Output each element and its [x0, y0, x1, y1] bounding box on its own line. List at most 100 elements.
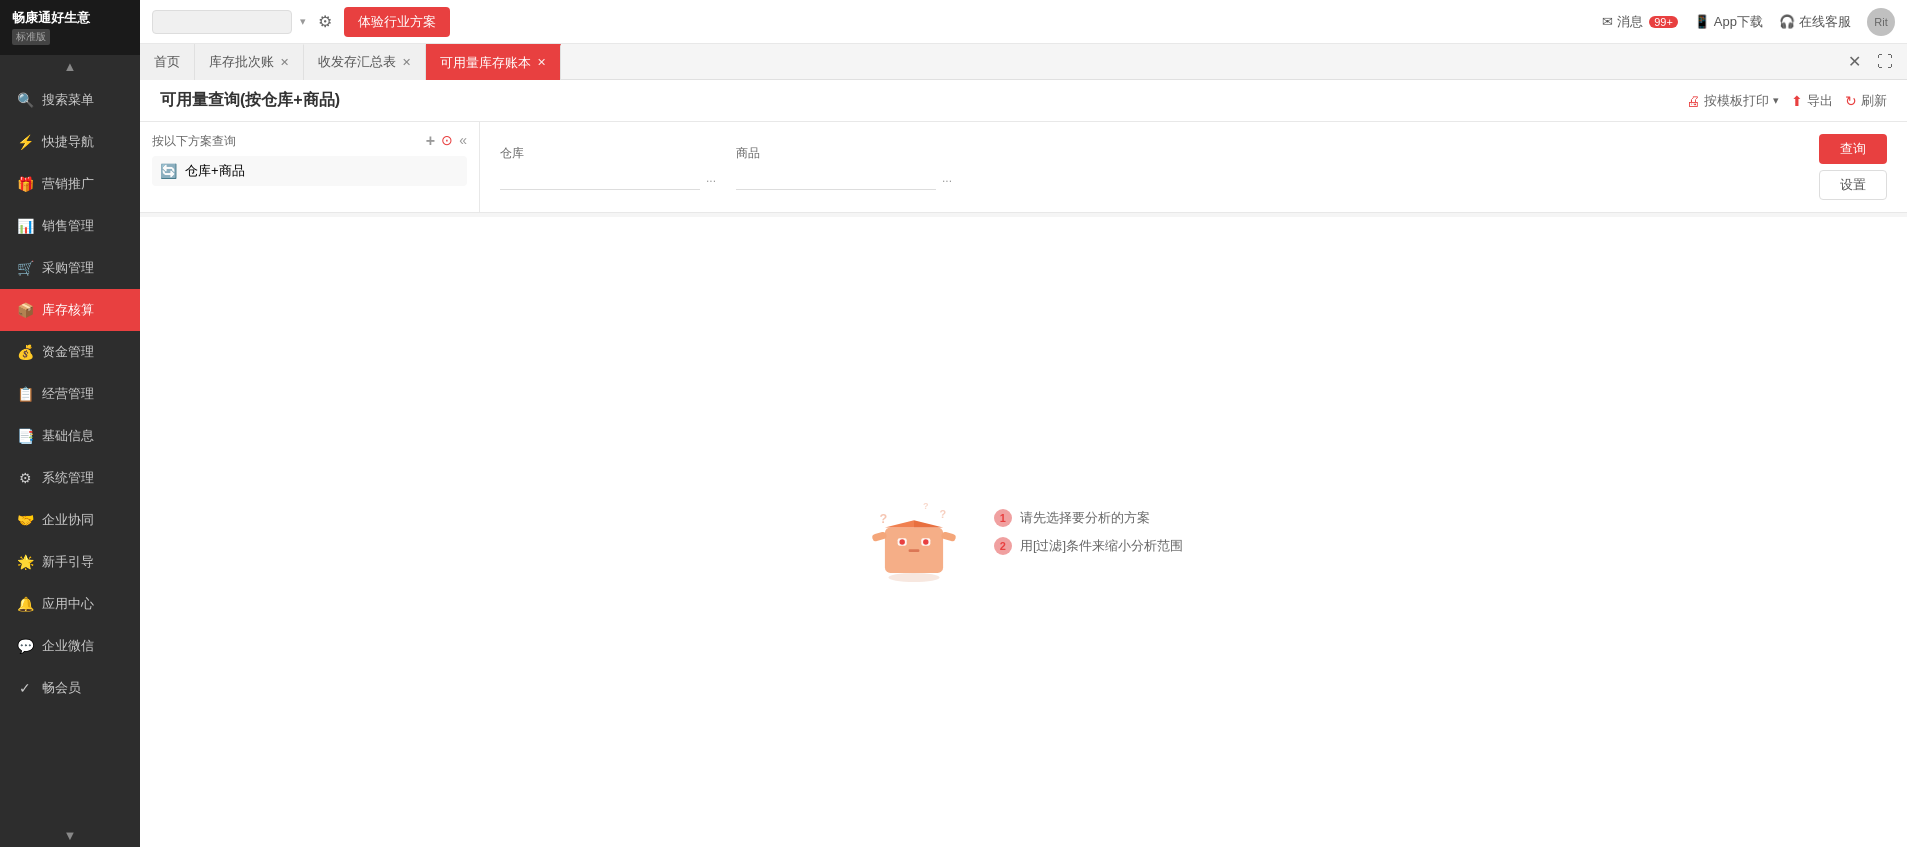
warehouse-input[interactable]: [500, 166, 700, 190]
filter-actions: 查询 设置: [1819, 134, 1887, 200]
sidebar-item-system[interactable]: ⚙ 系统管理: [0, 457, 140, 499]
print-button[interactable]: 🖨 按模板打印 ▾: [1686, 92, 1779, 110]
message-label: 消息: [1617, 13, 1643, 31]
goods-label: 商品: [736, 145, 952, 162]
sidebar-header: 畅康通好生意 标准版: [0, 0, 140, 55]
search-input[interactable]: [152, 10, 292, 34]
query-button[interactable]: 查询: [1819, 134, 1887, 164]
svg-point-5: [923, 539, 928, 544]
sidebar-item-finance[interactable]: 💰 资金管理: [0, 331, 140, 373]
close-tab-icon[interactable]: ✕: [402, 56, 411, 69]
online-service-button[interactable]: 🎧 在线客服: [1779, 13, 1851, 31]
empty-state-inner: ? ? ? 1 请先选择要分析的方案 2 用[过滤]条件来缩小分析范围: [864, 482, 1183, 582]
filter-scheme-panel: 按以下方案查询 + ⊙ « 🔄 仓库+商品: [140, 122, 480, 212]
sidebar-item-guide[interactable]: 🌟 新手引导: [0, 541, 140, 583]
tab-receive-summary[interactable]: 收发存汇总表 ✕: [304, 44, 426, 80]
svg-rect-6: [908, 549, 919, 552]
settings-scheme-icon[interactable]: ⊙: [441, 132, 453, 150]
filter-scheme-label: 按以下方案查询: [152, 133, 236, 150]
sidebar-item-label: 应用中心: [42, 595, 94, 613]
search-icon: 🔍: [16, 92, 34, 108]
export-button[interactable]: ⬆ 导出: [1791, 92, 1833, 110]
wechat-icon: 💬: [16, 638, 34, 654]
sidebar-item-base-info[interactable]: 📑 基础信息: [0, 415, 140, 457]
sidebar-item-label: 销售管理: [42, 217, 94, 235]
page-header: 可用量查询(按仓库+商品) 🖨 按模板打印 ▾ ⬆ 导出 ↻ 刷新: [140, 80, 1907, 122]
sidebar-item-label: 新手引导: [42, 553, 94, 571]
finance-icon: 💰: [16, 344, 34, 360]
tip-number-2: 2: [994, 537, 1012, 555]
tab-bar-actions: ✕ ⛶: [1842, 48, 1907, 75]
sidebar-item-label: 企业协同: [42, 511, 94, 529]
sidebar-item-enterprise[interactable]: 🤝 企业协同: [0, 499, 140, 541]
sidebar-item-purchase[interactable]: 🛒 采购管理: [0, 247, 140, 289]
sidebar-item-label: 营销推广: [42, 175, 94, 193]
settings-button[interactable]: 设置: [1819, 170, 1887, 200]
sidebar-item-label: 资金管理: [42, 343, 94, 361]
svg-text:?: ?: [879, 511, 887, 526]
main-area: ▾ ⚙ 体验行业方案 ✉ 消息 99+ 📱 App下载 🎧 在线客服 Rit 首…: [140, 0, 1907, 847]
sidebar-item-sales[interactable]: 📊 销售管理: [0, 205, 140, 247]
app-download-button[interactable]: 📱 App下载: [1694, 13, 1763, 31]
warehouse-input-row: ...: [500, 166, 716, 190]
sidebar-item-label: 采购管理: [42, 259, 94, 277]
svg-point-0: [888, 573, 939, 582]
marketing-icon: 🎁: [16, 176, 34, 192]
app-name: 畅康通好生意: [12, 10, 128, 27]
search-dropdown-icon[interactable]: ▾: [300, 15, 306, 28]
close-active-tab-icon[interactable]: ✕: [537, 56, 546, 69]
svg-text:?: ?: [939, 508, 946, 520]
sidebar-item-quick-nav[interactable]: ⚡ 快捷导航: [0, 121, 140, 163]
add-scheme-icon[interactable]: +: [426, 132, 435, 150]
warehouse-more-icon[interactable]: ...: [706, 171, 716, 185]
tab-batch-account[interactable]: 库存批次账 ✕: [195, 44, 304, 80]
app-download-icon: 📱: [1694, 14, 1710, 29]
app-center-icon: 🔔: [16, 596, 34, 612]
warehouse-filter-field: 仓库 ...: [500, 145, 716, 190]
scheme-item-warehouse-goods[interactable]: 🔄 仓库+商品: [152, 156, 467, 186]
tip-text-2: 用[过滤]条件来缩小分析范围: [1020, 537, 1183, 555]
empty-tips: 1 请先选择要分析的方案 2 用[过滤]条件来缩小分析范围: [994, 509, 1183, 555]
close-window-button[interactable]: ✕: [1842, 48, 1867, 75]
goods-input-row: ...: [736, 166, 952, 190]
sidebar-item-label: 企业微信: [42, 637, 94, 655]
sales-icon: 📊: [16, 218, 34, 234]
sidebar-scroll-down[interactable]: ▼: [0, 823, 140, 847]
sidebar-item-member[interactable]: ✓ 畅会员: [0, 667, 140, 709]
experience-button[interactable]: 体验行业方案: [344, 7, 450, 37]
avatar[interactable]: Rit: [1867, 8, 1895, 36]
tab-home[interactable]: 首页: [140, 44, 195, 80]
purchase-icon: 🛒: [16, 260, 34, 276]
refresh-button[interactable]: ↻ 刷新: [1845, 92, 1887, 110]
page-title: 可用量查询(按仓库+商品): [160, 90, 340, 111]
message-button[interactable]: ✉ 消息 99+: [1602, 13, 1678, 31]
scheme-label: 仓库+商品: [185, 162, 245, 180]
inventory-icon: 📦: [16, 302, 34, 318]
svg-point-4: [899, 539, 904, 544]
expand-window-button[interactable]: ⛶: [1871, 49, 1899, 75]
sidebar-item-wechat[interactable]: 💬 企业微信: [0, 625, 140, 667]
sidebar-scroll-up[interactable]: ▲: [0, 55, 140, 79]
sidebar-item-inventory[interactable]: 📦 库存核算: [0, 289, 140, 331]
close-tab-icon[interactable]: ✕: [280, 56, 289, 69]
goods-more-icon[interactable]: ...: [942, 171, 952, 185]
app-download-label: App下载: [1714, 13, 1763, 31]
tab-bar: 首页 库存批次账 ✕ 收发存汇总表 ✕ 可用量库存账本 ✕ ✕ ⛶: [140, 44, 1907, 80]
goods-input[interactable]: [736, 166, 936, 190]
sidebar-item-operations[interactable]: 📋 经营管理: [0, 373, 140, 415]
member-icon: ✓: [16, 680, 34, 696]
gear-icon[interactable]: ⚙: [314, 8, 336, 35]
collapse-scheme-icon[interactable]: «: [459, 132, 467, 150]
sidebar-item-marketing[interactable]: 🎁 营销推广: [0, 163, 140, 205]
sidebar-scroll: 🔍 搜索菜单 ⚡ 快捷导航 🎁 营销推广 📊 销售管理 🛒 采购管理 📦 库存核…: [0, 79, 140, 823]
sidebar: 畅康通好生意 标准版 ▲ 🔍 搜索菜单 ⚡ 快捷导航 🎁 营销推广 📊 销售管理…: [0, 0, 140, 847]
sidebar-item-app-center[interactable]: 🔔 应用中心: [0, 583, 140, 625]
tip-number-1: 1: [994, 509, 1012, 527]
warehouse-label: 仓库: [500, 145, 716, 162]
sidebar-item-label: 基础信息: [42, 427, 94, 445]
sidebar-item-search[interactable]: 🔍 搜索菜单: [0, 79, 140, 121]
filter-scheme-header: 按以下方案查询 + ⊙ «: [152, 132, 467, 150]
tab-available-ledger[interactable]: 可用量库存账本 ✕: [426, 44, 561, 80]
sidebar-item-label: 经营管理: [42, 385, 94, 403]
scheme-icon: 🔄: [160, 163, 177, 179]
